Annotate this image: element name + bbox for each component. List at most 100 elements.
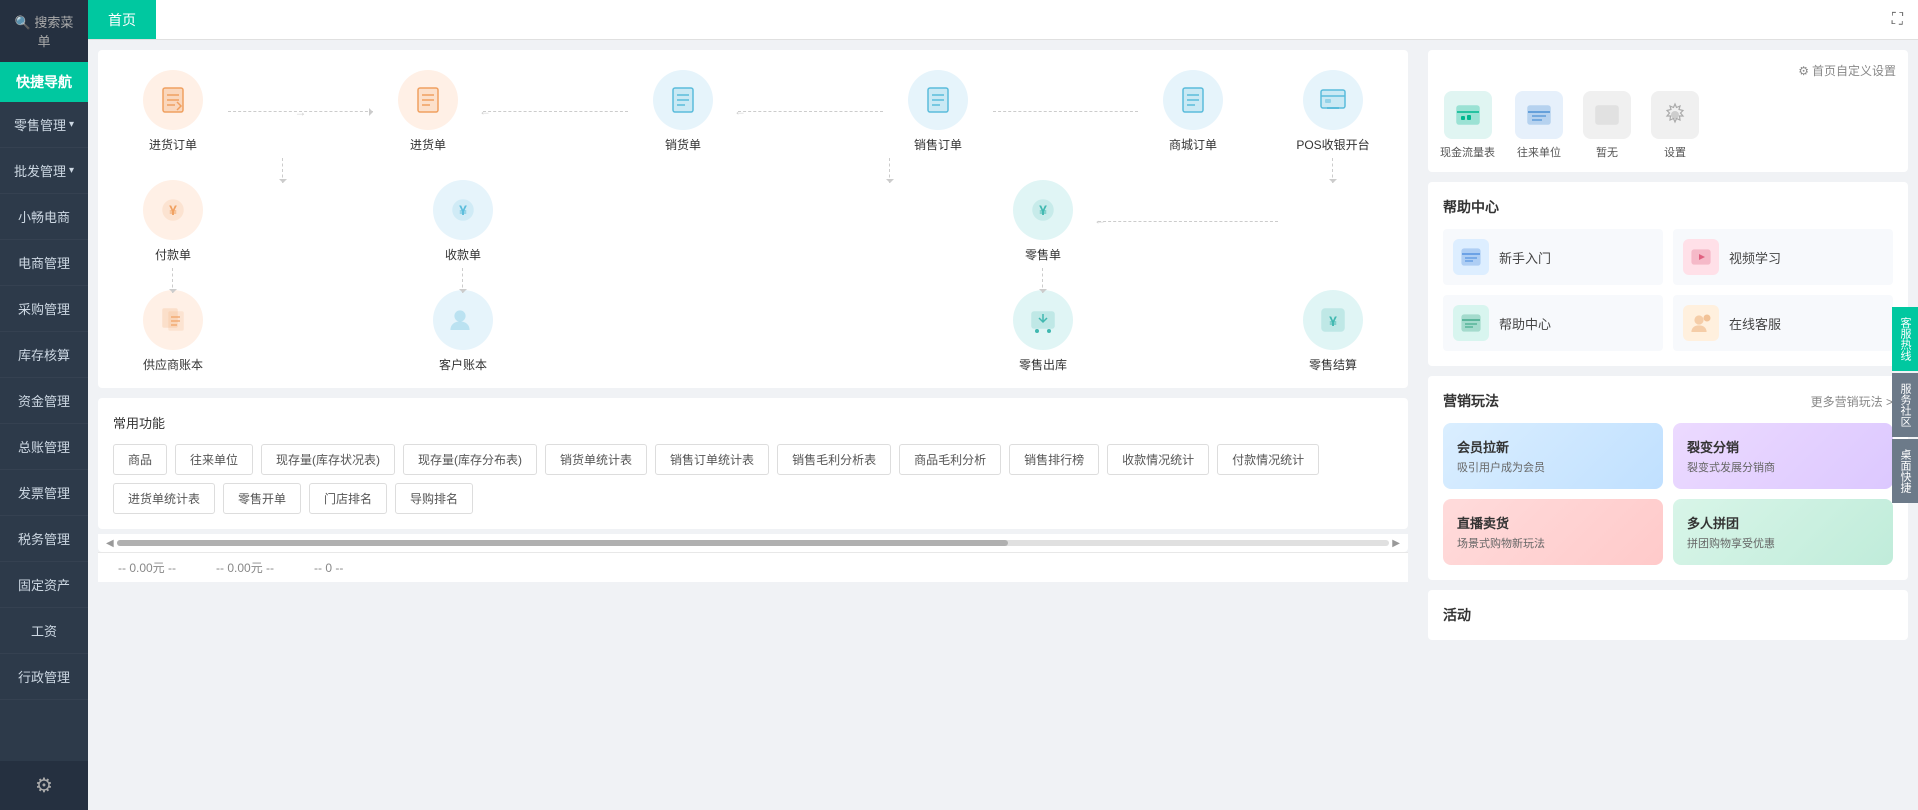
node-payment-out[interactable]: ¥ 付款单: [118, 180, 228, 263]
feature-btn-stock2[interactable]: 现存量(库存分布表): [403, 444, 537, 475]
feature-btn-unit[interactable]: 往来单位: [175, 444, 253, 475]
help-item-video[interactable]: 视频学习: [1673, 229, 1893, 285]
sidebar: 🔍 搜索菜单 快捷导航 零售管理 批发管理 小畅电商 电商管理 采购管理 库存核…: [0, 0, 88, 810]
node-sale-order[interactable]: 销售订单: [883, 70, 993, 153]
quick-icon-settings[interactable]: 设置: [1651, 91, 1699, 160]
sidebar-item-ecom-label: 电商管理: [18, 253, 70, 272]
node-receipt[interactable]: ¥ 收款单: [408, 180, 518, 263]
customize-btn[interactable]: ⚙ 首页自定义设置: [1798, 62, 1896, 79]
marketing-item-member[interactable]: 会员拉新 吸引用户成为会员: [1443, 423, 1663, 489]
sidebar-item-purchase-label: 采购管理: [18, 299, 70, 318]
help-center-card: 帮助中心 新手入门: [1428, 182, 1908, 366]
node-retail-out-label: 零售出库: [1019, 356, 1067, 373]
sidebar-item-inventory[interactable]: 库存核算: [0, 332, 88, 378]
sidebar-item-assets[interactable]: 固定资产: [0, 562, 88, 608]
node-sale-bill-label: 销货单: [665, 136, 701, 153]
feature-btn-payment-stat[interactable]: 付款情况统计: [1217, 444, 1319, 475]
quick-icon-cashflow[interactable]: 现金流量表: [1440, 91, 1495, 160]
sidebar-item-retail[interactable]: 零售管理: [0, 102, 88, 148]
marketing-card: 营销玩法 更多营销玩法 > 会员拉新 吸引用户成为会员 裂变分销 裂变式发展分销…: [1428, 376, 1908, 580]
node-pos[interactable]: POS收银开台: [1278, 70, 1388, 153]
sidebar-item-xiaochang[interactable]: 小畅电商: [0, 194, 88, 240]
flow-card: 进货订单 →: [98, 50, 1408, 388]
node-retail-bill[interactable]: ¥ 零售单: [988, 180, 1098, 263]
quick-icon-none[interactable]: 暂无: [1583, 91, 1631, 160]
flow-row-1: 进货订单 →: [118, 70, 1388, 153]
settings-icon-btn[interactable]: ⚙: [0, 761, 88, 810]
more-marketing-link[interactable]: 更多营销玩法 >: [1811, 393, 1893, 410]
sidebar-item-purchase[interactable]: 采购管理: [0, 286, 88, 332]
sidebar-item-ecom[interactable]: 电商管理: [0, 240, 88, 286]
quick-icon-contacts[interactable]: 往来单位: [1515, 91, 1563, 160]
help-item-help[interactable]: 帮助中心: [1443, 295, 1663, 351]
sidebar-item-payroll[interactable]: 工资: [0, 608, 88, 654]
feature-btn-stock1[interactable]: 现存量(库存状况表): [261, 444, 395, 475]
help-item-online[interactable]: 在线客服: [1673, 295, 1893, 351]
svg-text:¥: ¥: [1329, 313, 1337, 329]
node-retail-settle-label: 零售结算: [1309, 356, 1357, 373]
gear-icon: ⚙: [1798, 64, 1809, 78]
node-sale-order-label: 销售订单: [914, 136, 962, 153]
scroll-right-btn[interactable]: ▶: [1389, 538, 1403, 549]
node-retail-out[interactable]: 零售出库: [988, 290, 1098, 373]
scroll-left-btn[interactable]: ◀: [103, 538, 117, 549]
node-purchase-bill[interactable]: 进货单: [373, 70, 483, 153]
marketing-member-title: 会员拉新: [1457, 437, 1649, 456]
common-features-card: 常用功能 商品 往来单位 现存量(库存状况表) 现存量(库存分布表) 销货单统计…: [98, 398, 1408, 529]
online-icon: [1683, 305, 1719, 341]
beginner-icon: [1453, 239, 1489, 275]
sidebar-item-ledger[interactable]: 总账管理: [0, 424, 88, 470]
float-btn-desktop[interactable]: 桌面快捷: [1892, 439, 1918, 503]
feature-btn-retail-order[interactable]: 零售开单: [223, 483, 301, 514]
vert-conn-row-1: [118, 158, 1388, 180]
arrow-3-4: ←: [738, 111, 883, 112]
help-grid: 新手入门 视频学习: [1443, 229, 1893, 351]
feature-btn-sale-stat[interactable]: 销货单统计表: [545, 444, 647, 475]
float-btn-service[interactable]: 客服热线: [1892, 307, 1918, 371]
marketing-header: 营销玩法 更多营销玩法 >: [1443, 391, 1893, 411]
svg-text:¥: ¥: [1039, 202, 1047, 218]
node-retail-bill-label: 零售单: [1025, 246, 1061, 263]
feature-btn-product-margin[interactable]: 商品毛利分析: [899, 444, 1001, 475]
help-label: 帮助中心: [1499, 314, 1551, 333]
node-retail-settle[interactable]: ¥ 零售结算: [1278, 290, 1388, 373]
sidebar-item-invoice-label: 发票管理: [18, 483, 70, 502]
fullscreen-button[interactable]: ⛶: [1887, 6, 1908, 33]
sidebar-item-finance[interactable]: 资金管理: [0, 378, 88, 424]
arrow-1-2: →: [228, 111, 373, 112]
node-supplier-account[interactable]: 供应商账本: [118, 290, 228, 373]
marketing-item-fission[interactable]: 裂变分销 裂变式发展分销商: [1673, 423, 1893, 489]
contacts-icon-box: [1515, 91, 1563, 139]
help-item-beginner[interactable]: 新手入门: [1443, 229, 1663, 285]
marketing-item-group[interactable]: 多人拼团 拼团购物享受优惠: [1673, 499, 1893, 565]
node-pos-label: POS收银开台: [1296, 136, 1369, 153]
feature-btn-store-rank[interactable]: 门店排名: [309, 483, 387, 514]
stat-1: -- 0.00元 --: [118, 559, 176, 576]
node-customer-account[interactable]: 客户账本: [408, 290, 518, 373]
node-mall-order[interactable]: 商城订单: [1138, 70, 1248, 153]
marketing-member-desc: 吸引用户成为会员: [1457, 459, 1649, 475]
sidebar-item-invoice[interactable]: 发票管理: [0, 470, 88, 516]
arrow-4-5: [993, 111, 1138, 112]
tab-home[interactable]: 首页: [88, 0, 156, 39]
feature-btn-gross-margin[interactable]: 销售毛利分析表: [777, 444, 891, 475]
scroll-track[interactable]: [117, 540, 1390, 546]
feature-btn-guide-rank[interactable]: 导购排名: [395, 483, 473, 514]
node-payment-out-label: 付款单: [155, 246, 191, 263]
marketing-item-live[interactable]: 直播卖货 场景式购物新玩法: [1443, 499, 1663, 565]
float-btn-community[interactable]: 服务社区: [1892, 373, 1918, 437]
feature-btn-product[interactable]: 商品: [113, 444, 167, 475]
search-menu[interactable]: 🔍 搜索菜单: [0, 0, 88, 62]
node-sale-bill[interactable]: 销货单: [628, 70, 738, 153]
sidebar-item-admin[interactable]: 行政管理: [0, 654, 88, 700]
sidebar-item-wholesale[interactable]: 批发管理: [0, 148, 88, 194]
feature-btn-receipt-stat[interactable]: 收款情况统计: [1107, 444, 1209, 475]
node-purchase-order[interactable]: 进货订单: [118, 70, 228, 153]
common-features-title: 常用功能: [113, 413, 1393, 432]
feature-btn-purchase-stat[interactable]: 进货单统计表: [113, 483, 215, 514]
feature-btn-sale-rank[interactable]: 销售排行榜: [1009, 444, 1099, 475]
sidebar-item-tax[interactable]: 税务管理: [0, 516, 88, 562]
marketing-live-desc: 场景式购物新玩法: [1457, 535, 1649, 551]
feature-grid: 商品 往来单位 现存量(库存状况表) 现存量(库存分布表) 销货单统计表 销售订…: [113, 444, 1393, 514]
feature-btn-sale-order-stat[interactable]: 销售订单统计表: [655, 444, 769, 475]
